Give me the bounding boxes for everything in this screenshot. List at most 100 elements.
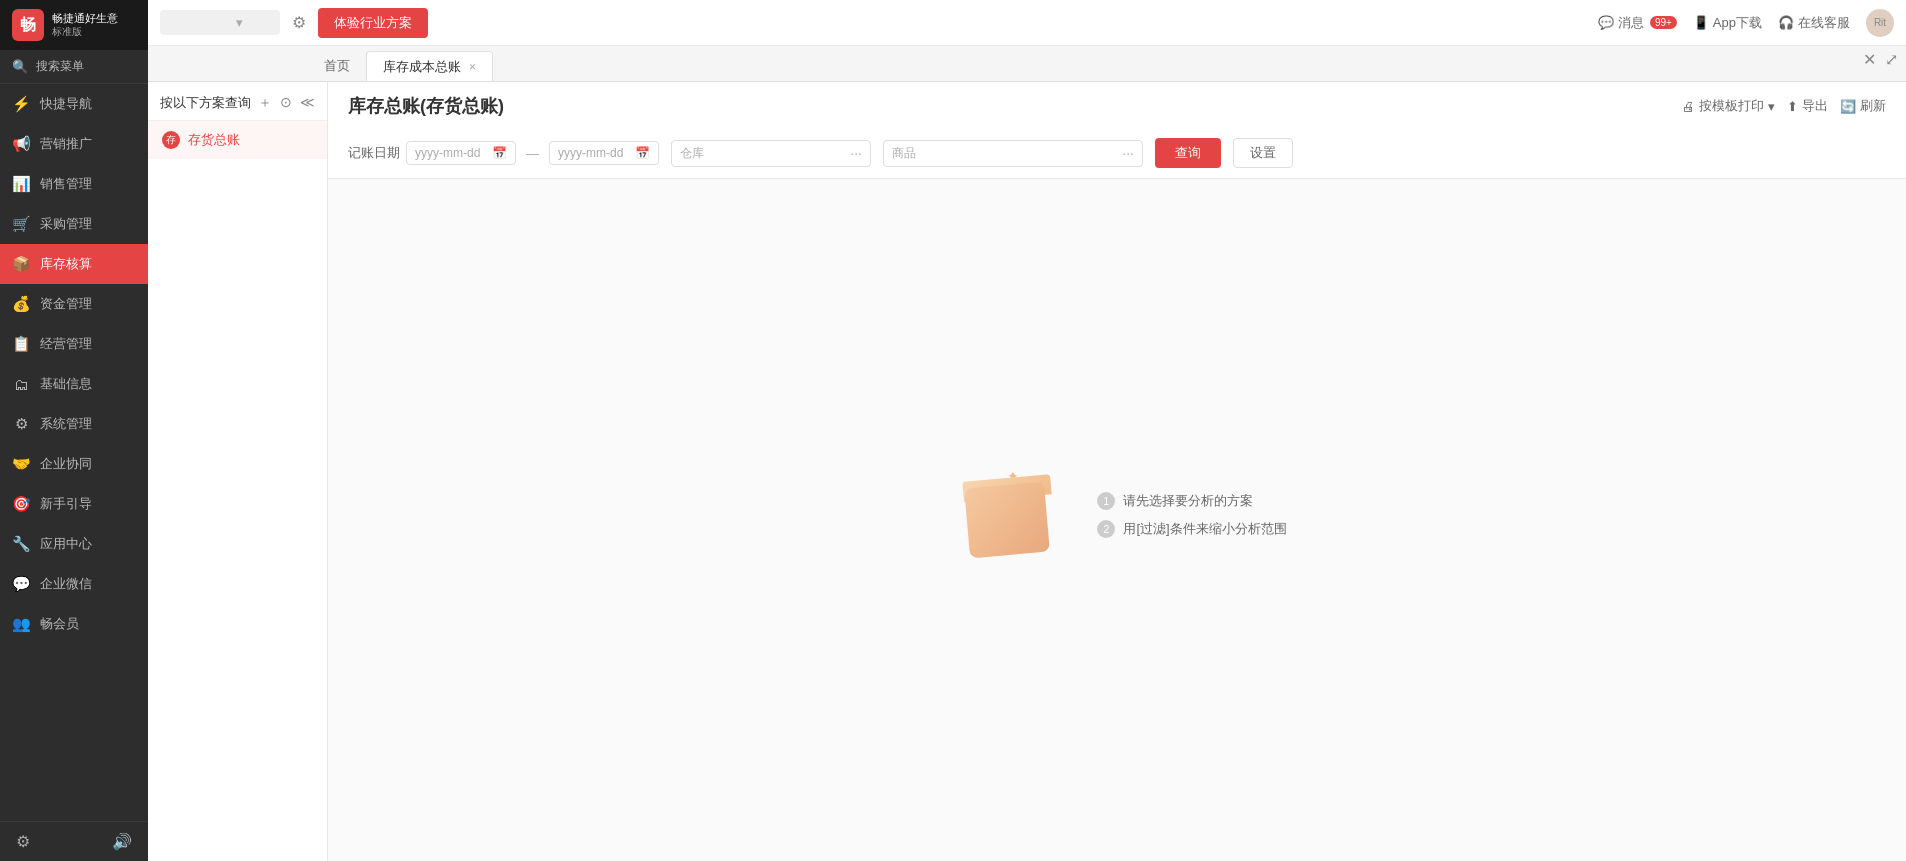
sidebar-item-basic-info[interactable]: 🗂 基础信息 <box>0 364 148 404</box>
app-download-btn[interactable]: 📱 App下载 <box>1693 14 1762 32</box>
apps-icon: 🔧 <box>12 535 30 553</box>
sidebar-item-quick-nav[interactable]: ⚡ 快捷导航 <box>0 84 148 124</box>
step-num-2: 2 <box>1097 520 1115 538</box>
online-support-btn[interactable]: 🎧 在线客服 <box>1778 14 1850 32</box>
sidebar-item-sales[interactable]: 📊 销售管理 <box>0 164 148 204</box>
add-filter-icon[interactable]: ＋ <box>258 94 272 112</box>
sidebar-item-operations[interactable]: 📋 经营管理 <box>0 324 148 364</box>
warehouse-placeholder: 仓库 <box>680 145 704 162</box>
filter-item-label: 存货总账 <box>188 131 240 149</box>
sidebar-item-purchase[interactable]: 🛒 采购管理 <box>0 204 148 244</box>
sidebar-item-label: 资金管理 <box>40 295 92 313</box>
date-start-input[interactable]: yyyy-mm-dd 📅 <box>406 141 516 165</box>
sidebar-item-label: 企业协同 <box>40 455 92 473</box>
settings-button[interactable]: 设置 <box>1233 138 1293 168</box>
sidebar-item-label: 采购管理 <box>40 215 92 233</box>
sidebar-item-marketing[interactable]: 📢 营销推广 <box>0 124 148 164</box>
headset-icon: 🎧 <box>1778 15 1794 30</box>
finance-icon: 💰 <box>12 295 30 313</box>
goods-input[interactable]: 商品 ··· <box>883 140 1143 167</box>
empty-text: 1 请先选择要分析的方案 2 用[过滤]条件来缩小分析范围 <box>1097 492 1286 548</box>
main-area: ▾ ⚙ 体验行业方案 💬 消息 99+ 📱 App下载 🎧 在线客服 Rit <box>148 0 1906 861</box>
warehouse-more-icon: ··· <box>850 145 862 161</box>
panel-close-icon[interactable]: ✕ <box>1863 50 1876 69</box>
sidebar-item-inventory[interactable]: 📦 库存核算 <box>0 244 148 284</box>
page-title: 库存总账(存货总账) <box>348 94 504 118</box>
filter-actions: ＋ ⊙ ≪ <box>258 94 315 112</box>
system-icon: ⚙ <box>12 415 30 433</box>
tab-inventory-ledger[interactable]: 库存成本总账 × <box>366 51 493 81</box>
collapse-filter-icon[interactable]: ≪ <box>300 94 315 112</box>
sidebar-footer: ⚙ 🔊 <box>0 821 148 861</box>
sidebar-item-enterprise[interactable]: 🤝 企业协同 <box>0 444 148 484</box>
inventory-icon: 📦 <box>12 255 30 273</box>
sidebar-item-label: 应用中心 <box>40 535 92 553</box>
sidebar-item-label: 快捷导航 <box>40 95 92 113</box>
members-icon: 👥 <box>12 615 30 633</box>
wechat-icon: 💬 <box>12 575 30 593</box>
tab-home[interactable]: 首页 <box>308 51 366 81</box>
settings-footer-icon[interactable]: ⚙ <box>16 832 30 851</box>
date-end-placeholder: yyyy-mm-dd <box>558 146 623 160</box>
print-btn[interactable]: 🖨 按模板打印 ▾ <box>1682 97 1775 115</box>
sidebar-item-system[interactable]: ⚙ 系统管理 <box>0 404 148 444</box>
filter-header: 按以下方案查询 ＋ ⊙ ≪ <box>148 82 327 121</box>
enterprise-icon: 🤝 <box>12 455 30 473</box>
step-num-1: 1 <box>1097 492 1115 510</box>
sidebar-item-label: 销售管理 <box>40 175 92 193</box>
breadcrumb[interactable]: ▾ <box>160 10 280 35</box>
sidebar-item-label: 营销推广 <box>40 135 92 153</box>
filter-item-inventory[interactable]: 存 存货总账 <box>148 121 327 159</box>
sidebar-search[interactable]: 🔍 搜索菜单 <box>0 50 148 84</box>
manage-filter-icon[interactable]: ⊙ <box>280 94 292 112</box>
query-button[interactable]: 查询 <box>1155 138 1221 168</box>
topbar-left: ▾ ⚙ 体验行业方案 <box>160 8 428 38</box>
page-header: 库存总账(存货总账) 🖨 按模板打印 ▾ ⬆ 导出 🔄 <box>328 82 1906 179</box>
tab-active-label: 库存成本总账 <box>383 58 461 76</box>
message-icon: 💬 <box>1598 15 1614 30</box>
export-btn[interactable]: ⬆ 导出 <box>1787 97 1828 115</box>
messages-btn[interactable]: 💬 消息 99+ <box>1598 14 1677 32</box>
settings-icon[interactable]: ⚙ <box>288 9 310 36</box>
goods-placeholder: 商品 <box>892 145 916 162</box>
refresh-btn[interactable]: 🔄 刷新 <box>1840 97 1886 115</box>
empty-step2-text: 用[过滤]条件来缩小分析范围 <box>1123 520 1286 538</box>
sidebar-item-guide[interactable]: 🎯 新手引导 <box>0 484 148 524</box>
print-chevron-icon: ▾ <box>1768 99 1775 114</box>
date-end-input[interactable]: yyyy-mm-dd 📅 <box>549 141 659 165</box>
page-header-actions: 🖨 按模板打印 ▾ ⬆ 导出 🔄 刷新 <box>1682 97 1886 115</box>
main-content: 库存总账(存货总账) 🖨 按模板打印 ▾ ⬆ 导出 🔄 <box>328 82 1906 861</box>
empty-step1-text: 请先选择要分析的方案 <box>1123 492 1253 510</box>
phone-icon: 📱 <box>1693 15 1709 30</box>
sidebar-item-members[interactable]: 👥 畅会员 <box>0 604 148 644</box>
marketing-icon: 📢 <box>12 135 30 153</box>
sales-icon: 📊 <box>12 175 30 193</box>
app-logo: 畅 畅捷通好生意 标准版 <box>0 0 148 50</box>
sidebar-item-finance[interactable]: 💰 资金管理 <box>0 284 148 324</box>
calendar-start-icon: 📅 <box>492 146 507 160</box>
content-area: 按以下方案查询 ＋ ⊙ ≪ 存 存货总账 库存总账(存货总账) <box>148 82 1906 861</box>
tabbar: 首页 库存成本总账 × ✕ ⤢ <box>148 46 1906 82</box>
search-icon: 🔍 <box>12 59 28 74</box>
messages-badge: 99+ <box>1650 16 1677 29</box>
panel-resize-icon[interactable]: ⤢ <box>1885 50 1898 69</box>
user-avatar[interactable]: Rit <box>1866 9 1894 37</box>
sidebar-item-apps[interactable]: 🔧 应用中心 <box>0 524 148 564</box>
app-download-label: App下载 <box>1713 14 1762 32</box>
warehouse-input[interactable]: 仓库 ··· <box>671 140 871 167</box>
sidebar-item-wechat[interactable]: 💬 企业微信 <box>0 564 148 604</box>
sidebar-item-label: 企业微信 <box>40 575 92 593</box>
refresh-label: 刷新 <box>1860 97 1886 115</box>
audio-footer-icon[interactable]: 🔊 <box>112 832 132 851</box>
empty-step-1: 1 请先选择要分析的方案 <box>1097 492 1286 510</box>
sidebar-item-label: 经营管理 <box>40 335 92 353</box>
print-icon: 🖨 <box>1682 99 1695 114</box>
date-field: 记账日期 yyyy-mm-dd 📅 — yyyy-mm-dd 📅 <box>348 141 659 165</box>
box-shape <box>964 482 1050 559</box>
industry-btn[interactable]: 体验行业方案 <box>318 8 428 38</box>
quick-nav-icon: ⚡ <box>12 95 30 113</box>
sidebar: 畅 畅捷通好生意 标准版 🔍 搜索菜单 ⚡ 快捷导航 📢 营销推广 📊 销售管理… <box>0 0 148 861</box>
refresh-icon: 🔄 <box>1840 99 1856 114</box>
tab-close-icon[interactable]: × <box>469 60 476 74</box>
date-label: 记账日期 <box>348 144 400 162</box>
